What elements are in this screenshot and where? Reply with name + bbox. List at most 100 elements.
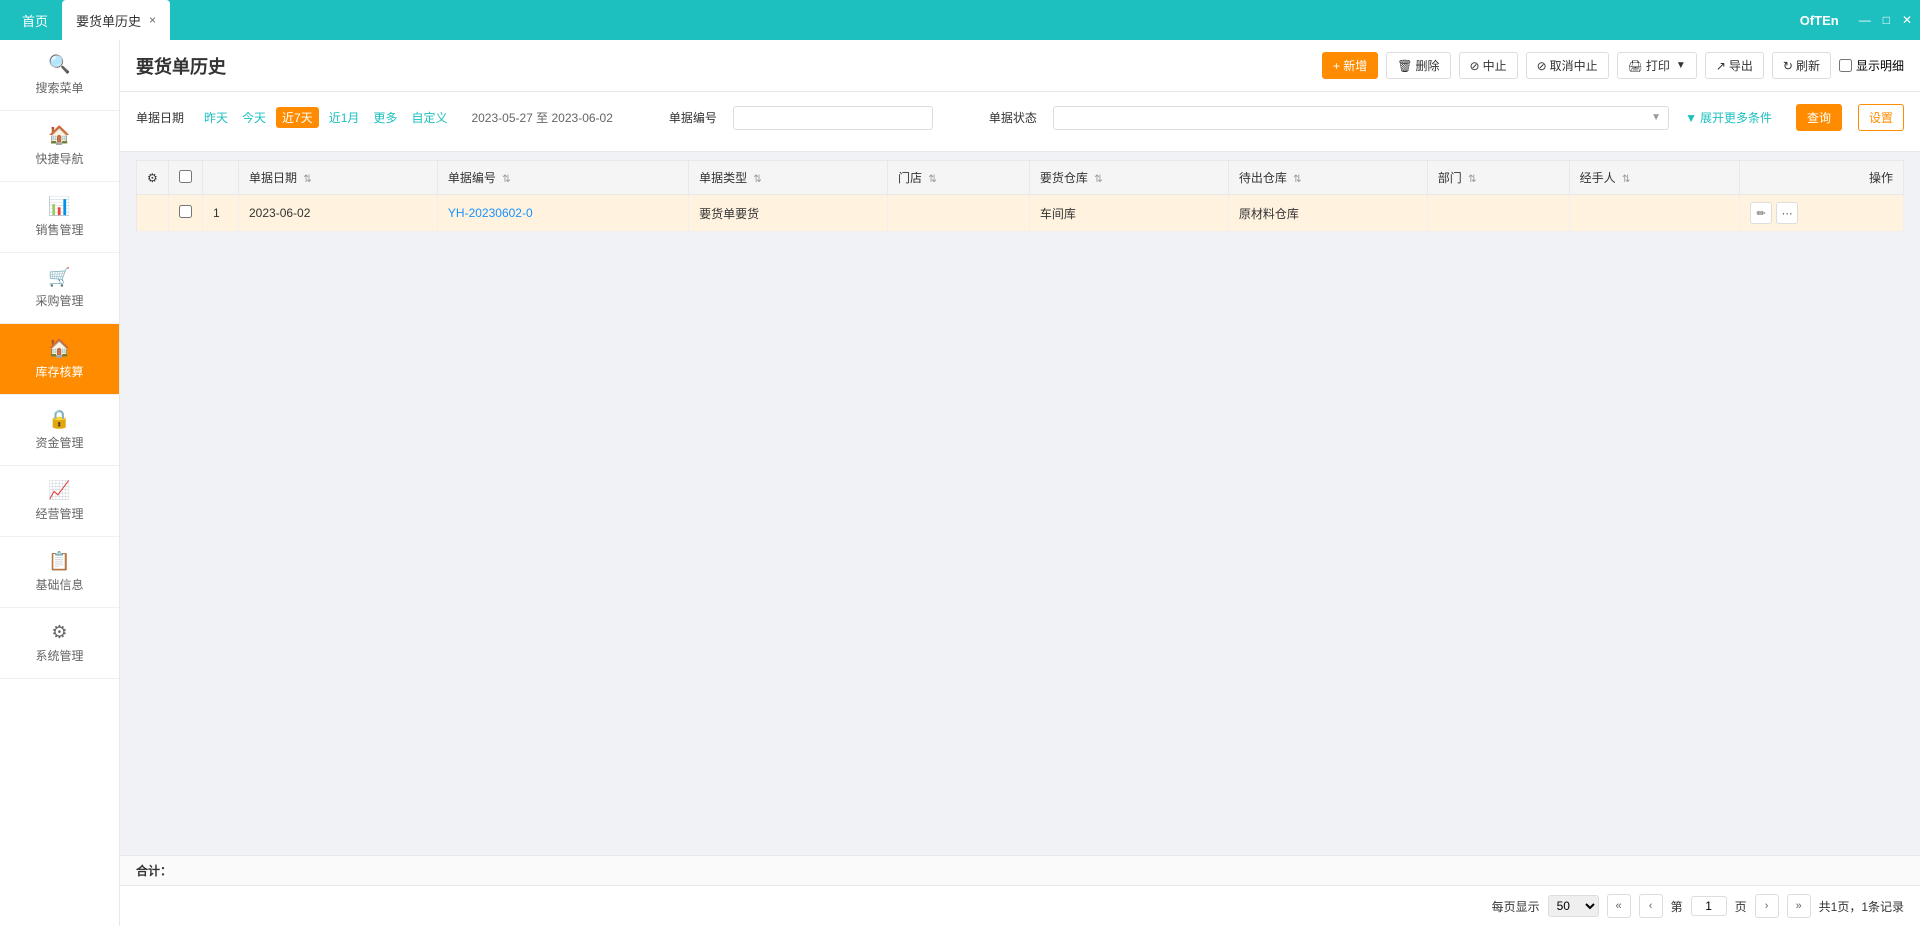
date-option-7days[interactable]: 近7天	[276, 107, 319, 128]
export-button[interactable]: ↗ 导出	[1705, 52, 1764, 79]
print-icon: 🖨	[1628, 59, 1643, 73]
new-button[interactable]: + 新增	[1322, 52, 1378, 79]
sidebar-item-sales[interactable]: 📊 销售管理	[0, 182, 119, 253]
col-handler[interactable]: 经手人 ⇅	[1569, 161, 1739, 195]
doc-status-select[interactable]	[1053, 106, 1669, 130]
col-settings[interactable]: ⚙	[137, 161, 169, 195]
doc-date-label: 单据日期	[136, 109, 184, 126]
sort-doc-date-icon: ⇅	[303, 174, 311, 185]
tab-home[interactable]: 首页	[8, 0, 62, 40]
sales-icon: 📊	[48, 196, 70, 217]
top-bar: 首页 要货单历史 × OfTEn — □ ✕	[0, 0, 1920, 40]
doc-number-input[interactable]	[733, 106, 933, 130]
col-pending-warehouse[interactable]: 待出仓库 ⇅	[1228, 161, 1427, 195]
expand-filter-btn[interactable]: ▼ 展开更多条件	[1685, 109, 1772, 126]
date-option-custom[interactable]: 自定义	[407, 107, 451, 128]
sort-req-wh-icon: ⇅	[1094, 174, 1102, 185]
date-option-more[interactable]: 更多	[369, 107, 401, 128]
table-wrapper: ⚙ 单据日期 ⇅ 单据编号 ⇅	[120, 152, 1920, 855]
sidebar-item-inventory[interactable]: 🏠 库存核算	[0, 324, 119, 395]
sidebar-item-purchase[interactable]: 🛒 采购管理	[0, 253, 119, 324]
filter-area: 单据日期 昨天 今天 近7天 近1月 更多 自定义 2023-05-27 至 2…	[120, 92, 1920, 152]
date-option-1month[interactable]: 近1月	[325, 107, 364, 128]
stop-icon: ⊘	[1470, 59, 1480, 73]
sidebar: 🔍 搜索菜单 🏠 快捷导航 📊 销售管理 🛒 采购管理 🏠 库存核算 🔒 资金管…	[0, 40, 120, 926]
date-option-yesterday[interactable]: 昨天	[200, 107, 232, 128]
doc-number-link[interactable]: YH-20230602-0	[448, 206, 533, 220]
content-area: 要货单历史 + 新增 🗑 删除 ⊘ 中止 ⊘ 取消中止 🖨 打印	[120, 40, 1920, 926]
system-icon: ⚙	[51, 622, 67, 643]
col-department[interactable]: 部门 ⇅	[1427, 161, 1569, 195]
table-row: 1 2023-06-02 YH-20230602-0 要货单要货 车间库 原材料…	[137, 195, 1904, 232]
home-icon: 🏠	[48, 125, 70, 146]
page-size-select[interactable]: 50 20 100	[1548, 895, 1599, 917]
sidebar-item-system[interactable]: ⚙ 系统管理	[0, 608, 119, 679]
header-actions: + 新增 🗑 删除 ⊘ 中止 ⊘ 取消中止 🖨 打印 ▼	[1322, 52, 1904, 79]
settings-filter-button[interactable]: 设置	[1858, 104, 1904, 131]
table-header-row: ⚙ 单据日期 ⇅ 单据编号 ⇅	[137, 161, 1904, 195]
row-pending-warehouse: 原材料仓库	[1228, 195, 1427, 232]
show-detail-checkbox[interactable]	[1839, 59, 1852, 72]
row-edit-btn[interactable]: ✏	[1750, 202, 1772, 224]
last-page-btn[interactable]: »	[1787, 894, 1811, 918]
row-checkbox-cell[interactable]	[169, 195, 203, 232]
sort-doc-number-icon: ⇅	[502, 174, 510, 185]
delete-button[interactable]: 🗑 删除	[1386, 52, 1450, 79]
stop-button[interactable]: ⊘ 中止	[1459, 52, 1518, 79]
doc-number-label: 单据编号	[669, 109, 717, 126]
col-doc-number[interactable]: 单据编号 ⇅	[437, 161, 688, 195]
row-department	[1427, 195, 1569, 232]
select-all-checkbox[interactable]	[179, 170, 192, 183]
sort-handler-icon: ⇅	[1622, 174, 1630, 185]
sort-dept-icon: ⇅	[1468, 174, 1476, 185]
date-options: 昨天 今天 近7天 近1月 更多 自定义	[200, 107, 451, 128]
pagination-bar: 每页显示 50 20 100 « ‹ 第 页 › » 共1页，1条记录	[120, 885, 1920, 926]
query-button[interactable]: 查询	[1796, 104, 1842, 131]
expand-icon: ▼	[1685, 111, 1697, 125]
operations-icon: 📈	[48, 480, 70, 501]
date-range-display: 2023-05-27 至 2023-06-02	[471, 109, 612, 126]
col-req-warehouse[interactable]: 要货仓库 ⇅	[1029, 161, 1228, 195]
filter-row-1: 单据日期 昨天 今天 近7天 近1月 更多 自定义 2023-05-27 至 2…	[136, 104, 1904, 131]
row-settings-cell	[137, 195, 169, 232]
col-ops: 操作	[1740, 161, 1904, 195]
col-doc-type[interactable]: 单据类型 ⇅	[689, 161, 888, 195]
page-label: 第	[1671, 898, 1683, 915]
row-doc-type: 要货单要货	[689, 195, 888, 232]
prev-page-btn[interactable]: ‹	[1639, 894, 1663, 918]
finance-icon: 🔒	[48, 409, 70, 430]
page-suffix: 页	[1735, 898, 1747, 915]
tab-active[interactable]: 要货单历史 ×	[62, 0, 170, 40]
row-more-btn[interactable]: ⋯	[1776, 202, 1798, 224]
sidebar-item-finance[interactable]: 🔒 资金管理	[0, 395, 119, 466]
tab-close-icon[interactable]: ×	[149, 13, 156, 27]
print-button[interactable]: 🖨 打印 ▼	[1617, 52, 1697, 79]
sidebar-item-operations[interactable]: 📈 经营管理	[0, 466, 119, 537]
delete-icon: 🗑	[1397, 59, 1412, 73]
cancel-stop-button[interactable]: ⊘ 取消中止	[1526, 52, 1609, 79]
doc-status-wrapper	[1053, 106, 1669, 130]
sidebar-item-shortcut[interactable]: 🏠 快捷导航	[0, 111, 119, 182]
current-page-input[interactable]	[1691, 896, 1727, 916]
page-header: 要货单历史 + 新增 🗑 删除 ⊘ 中止 ⊘ 取消中止 🖨 打印	[120, 40, 1920, 92]
row-ops-buttons: ✏ ⋯	[1750, 202, 1893, 224]
refresh-button[interactable]: ↻ 刷新	[1772, 52, 1831, 79]
window-close-btn[interactable]: ✕	[1902, 13, 1912, 27]
col-store[interactable]: 门店 ⇅	[887, 161, 1029, 195]
total-records: 共1页，1条记录	[1819, 898, 1904, 915]
export-icon: ↗	[1716, 59, 1726, 73]
next-page-btn[interactable]: ›	[1755, 894, 1779, 918]
row-checkbox-0[interactable]	[179, 205, 192, 218]
window-minimize-btn[interactable]: —	[1859, 13, 1871, 27]
show-detail-toggle[interactable]: 显示明细	[1839, 57, 1904, 74]
first-page-btn[interactable]: «	[1607, 894, 1631, 918]
date-option-today[interactable]: 今天	[238, 107, 270, 128]
col-doc-date[interactable]: 单据日期 ⇅	[239, 161, 438, 195]
inventory-icon: 🏠	[48, 338, 70, 359]
page-title: 要货单历史	[136, 53, 226, 79]
table-footer: 合计：	[120, 855, 1920, 885]
sidebar-item-basic-info[interactable]: 📋 基础信息	[0, 537, 119, 608]
sidebar-item-search[interactable]: 🔍 搜索菜单	[0, 40, 119, 111]
row-store	[887, 195, 1029, 232]
window-maximize-btn[interactable]: □	[1883, 13, 1890, 27]
